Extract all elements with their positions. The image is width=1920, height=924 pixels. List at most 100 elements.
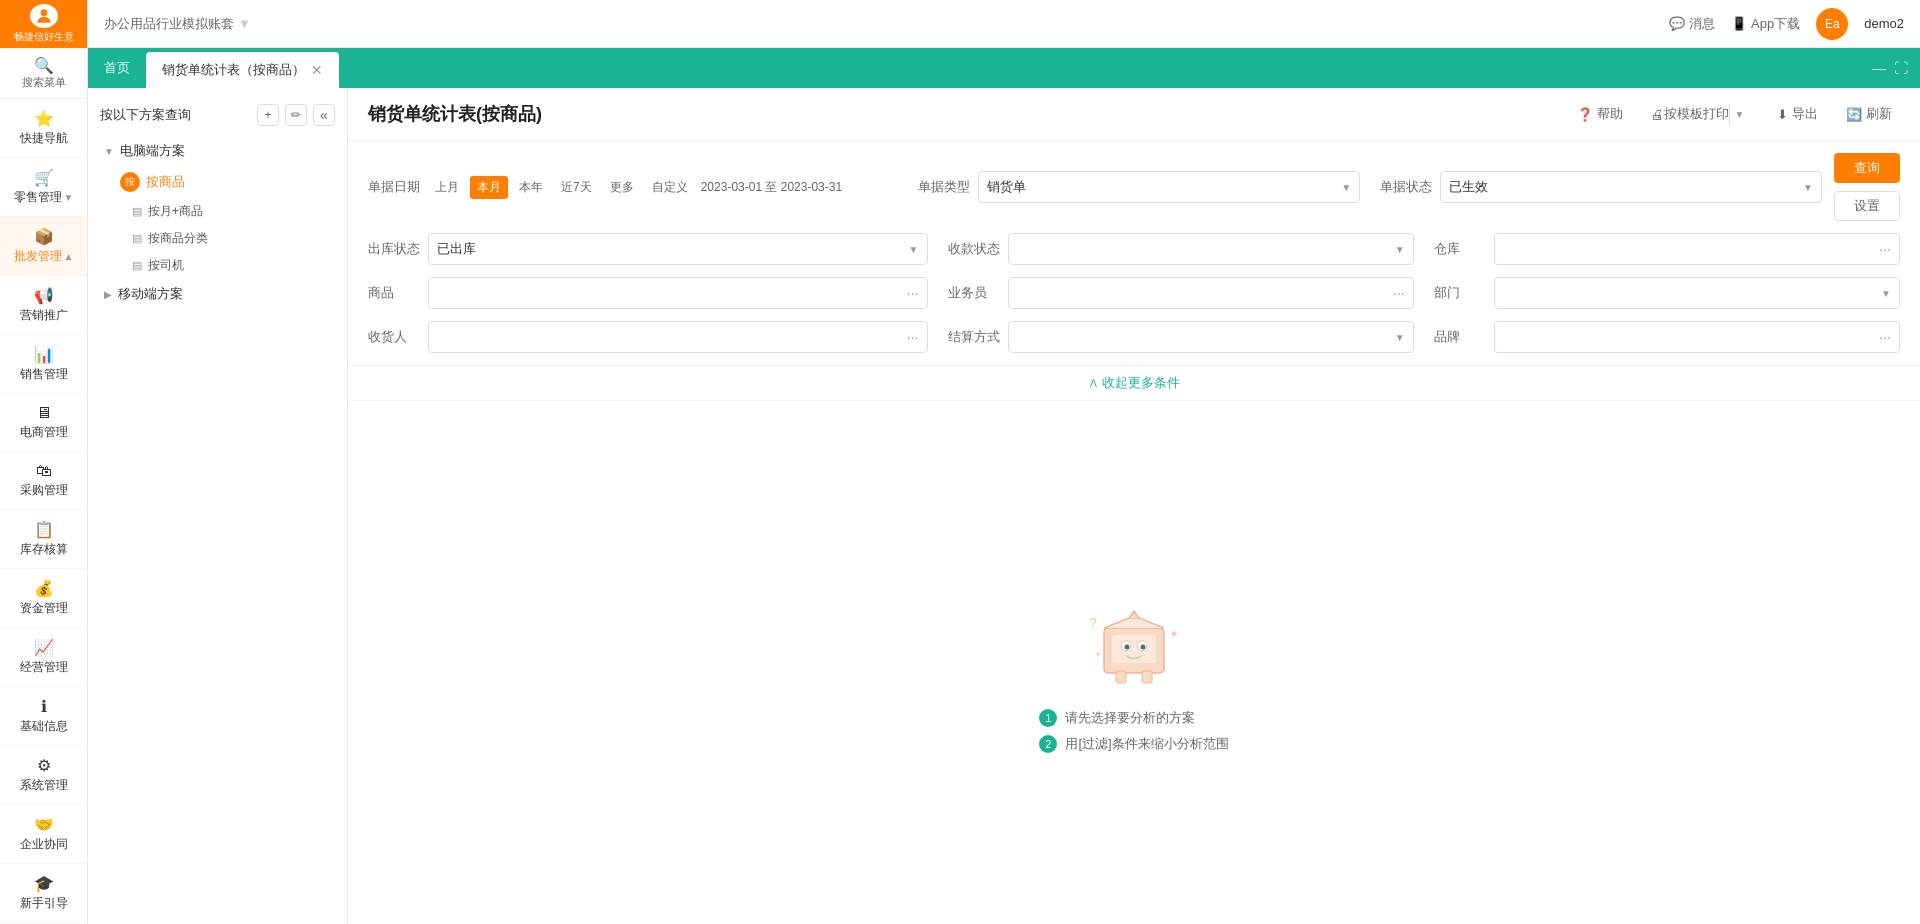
topbar-actions: 💬 消息 📱 App下载 Ea demo2 bbox=[1669, 8, 1904, 40]
sidebar-item-operations[interactable]: 📈 经营管理 bbox=[0, 628, 87, 687]
basic-info-label: 基础信息 bbox=[20, 718, 68, 735]
setting-button[interactable]: 设置 bbox=[1834, 191, 1900, 221]
sidebar-item-finance[interactable]: 💰 资金管理 bbox=[0, 569, 87, 628]
sidebar-item-wholesale[interactable]: 📦 批发管理 ▲ bbox=[0, 217, 87, 276]
tab-sales-stat-label: 销货单统计表（按商品） bbox=[162, 61, 305, 79]
brand-label: 品牌 bbox=[1434, 328, 1494, 346]
minimize-button[interactable]: — bbox=[1872, 60, 1886, 76]
tree-sub-item-goods-category[interactable]: ▤ 按商品分类 bbox=[88, 225, 347, 252]
add-scheme-button[interactable]: + bbox=[257, 104, 279, 126]
print-label: 按模板打印 bbox=[1664, 105, 1729, 123]
settle-select[interactable]: ▼ bbox=[1008, 321, 1414, 353]
sales-icon: 📊 bbox=[34, 345, 54, 364]
brand-select[interactable]: ··· bbox=[1494, 321, 1900, 353]
collapse-conditions-bar[interactable]: ∧ 收起更多条件 bbox=[348, 366, 1920, 401]
doc-type-value: 销货单 bbox=[987, 178, 1026, 196]
date-custom-btn[interactable]: 自定义 bbox=[645, 176, 695, 199]
brand-dots[interactable]: ··· bbox=[1879, 329, 1891, 345]
warehouse-select[interactable]: ··· bbox=[1494, 233, 1900, 265]
salesman-select[interactable]: ··· bbox=[1008, 277, 1414, 309]
out-status-field: 出库状态 已出库 ▼ bbox=[368, 233, 928, 265]
message-button[interactable]: 💬 消息 bbox=[1669, 15, 1715, 33]
driver-icon: ▤ bbox=[132, 259, 142, 272]
sidebar-item-retail[interactable]: 🛒 零售管理 ▼ bbox=[0, 158, 87, 217]
refresh-button[interactable]: 🔄 刷新 bbox=[1838, 101, 1900, 127]
sidebar-item-basic-info[interactable]: ℹ 基础信息 bbox=[0, 687, 87, 746]
app-download-button[interactable]: 📱 App下载 bbox=[1731, 15, 1800, 33]
edit-scheme-button[interactable]: ✏ bbox=[285, 104, 307, 126]
tree-section-pc-header[interactable]: ▼ 电脑端方案 bbox=[88, 136, 347, 166]
receiver-select[interactable]: ··· bbox=[428, 321, 928, 353]
print-dropdown-icon[interactable]: ▼ bbox=[1729, 104, 1749, 124]
sidebar-search[interactable]: 🔍 搜索菜单 bbox=[0, 48, 87, 99]
month-goods-icon: ▤ bbox=[132, 205, 142, 218]
sidebar-item-ecommerce[interactable]: 🖥 电商管理 bbox=[0, 394, 87, 452]
export-button[interactable]: ⬇ 导出 bbox=[1769, 101, 1826, 127]
tab-home[interactable]: 首页 bbox=[88, 48, 146, 88]
warehouse-dots[interactable]: ··· bbox=[1879, 241, 1891, 257]
query-button[interactable]: 查询 bbox=[1834, 153, 1900, 183]
warehouse-label: 仓库 bbox=[1434, 240, 1494, 258]
print-button[interactable]: 🖨 按模板打印 ▼ bbox=[1643, 100, 1757, 128]
goods-field: 商品 ··· bbox=[368, 277, 928, 309]
goods-select[interactable]: ··· bbox=[428, 277, 928, 309]
svg-text:✦: ✦ bbox=[1169, 627, 1179, 641]
salesman-label: 业务员 bbox=[948, 284, 1008, 302]
print-icon: 🖨 bbox=[1651, 107, 1664, 122]
sidebar-item-cooperation[interactable]: 🤝 企业协同 bbox=[0, 805, 87, 864]
settle-label: 结算方式 bbox=[948, 328, 1008, 346]
svg-point-6 bbox=[1141, 644, 1146, 649]
tab-sales-stat[interactable]: 销货单统计表（按商品） ✕ bbox=[146, 52, 339, 88]
settle-field: 结算方式 ▼ bbox=[948, 321, 1414, 353]
date-this-year-btn[interactable]: 本年 bbox=[512, 176, 550, 199]
quick-nav-icon: ⭐ bbox=[34, 109, 54, 128]
date-more-btn[interactable]: 更多 bbox=[603, 176, 641, 199]
doc-status-select[interactable]: 已生效 ▼ bbox=[1440, 171, 1822, 203]
doc-type-select[interactable]: 销货单 ▼ bbox=[978, 171, 1360, 203]
tree-section-mobile: ▶ 移动端方案 bbox=[88, 279, 347, 309]
empty-illustration: ? ✦ ✦ bbox=[1074, 573, 1194, 693]
sidebar-item-marketing[interactable]: 📢 营销推广 bbox=[0, 276, 87, 335]
form-row-2: 出库状态 已出库 ▼ 收款状态 ▼ bbox=[368, 233, 1900, 265]
salesman-dots[interactable]: ··· bbox=[1393, 285, 1405, 301]
sidebar-item-quick-nav[interactable]: ⭐ 快捷导航 bbox=[0, 99, 87, 158]
brand-field: 品牌 ··· bbox=[1434, 321, 1900, 353]
date-7days-btn[interactable]: 近7天 bbox=[554, 176, 599, 199]
out-status-select[interactable]: 已出库 ▼ bbox=[428, 233, 928, 265]
topbar: 办公用品行业模拟账套 ▼ 💬 消息 📱 App下载 Ea demo2 bbox=[88, 0, 1920, 48]
message-icon: 💬 bbox=[1669, 16, 1685, 31]
goods-category-icon: ▤ bbox=[132, 232, 142, 245]
retail-arrow: ▼ bbox=[64, 192, 74, 203]
sidebar-item-purchase[interactable]: 🛍 采购管理 bbox=[0, 452, 87, 510]
date-field: 单据日期 上月 本月 本年 近7天 更多 自定义 2023-03-01 至 20… bbox=[368, 176, 898, 199]
form-row-3: 商品 ··· 业务员 ··· bbox=[368, 277, 1900, 309]
maximize-button[interactable]: ⛶ bbox=[1894, 60, 1908, 76]
help-label: 帮助 bbox=[1597, 105, 1623, 123]
sidebar-item-system[interactable]: ⚙ 系统管理 bbox=[0, 746, 87, 805]
receiver-label: 收货人 bbox=[368, 328, 428, 346]
goods-category-label: 按商品分类 bbox=[148, 230, 208, 247]
finance-icon: 💰 bbox=[34, 579, 54, 598]
collect-status-label: 收款状态 bbox=[948, 240, 1008, 258]
tab-close-icon[interactable]: ✕ bbox=[311, 63, 323, 77]
help-button[interactable]: ❓ 帮助 bbox=[1569, 101, 1631, 127]
tree-sub-item-month-goods[interactable]: ▤ 按月+商品 bbox=[88, 198, 347, 225]
system-icon: ⚙ bbox=[37, 756, 51, 775]
sidebar-item-guide[interactable]: 🎓 新手引导 bbox=[0, 864, 87, 923]
sidebar-item-sales[interactable]: 📊 销售管理 bbox=[0, 335, 87, 394]
receiver-dots[interactable]: ··· bbox=[907, 329, 919, 345]
avatar[interactable]: Ea bbox=[1816, 8, 1848, 40]
collapse-panel-button[interactable]: « bbox=[313, 104, 335, 126]
department-select[interactable]: ▼ bbox=[1494, 277, 1900, 309]
filter-panel-title: 按以下方案查询 bbox=[100, 106, 251, 124]
date-prev-month-btn[interactable]: 上月 bbox=[428, 176, 466, 199]
collect-status-select[interactable]: ▼ bbox=[1008, 233, 1414, 265]
tree-section-mobile-header[interactable]: ▶ 移动端方案 bbox=[88, 279, 347, 309]
collect-status-field: 收款状态 ▼ bbox=[948, 233, 1414, 265]
tree-item-by-goods[interactable]: 按 按商品 bbox=[88, 166, 347, 198]
logo-text: 畅捷信好生意 bbox=[14, 30, 74, 44]
tree-sub-item-driver[interactable]: ▤ 按司机 bbox=[88, 252, 347, 279]
sidebar-item-inventory[interactable]: 📋 库存核算 bbox=[0, 510, 87, 569]
date-this-month-btn[interactable]: 本月 bbox=[470, 176, 508, 199]
goods-dots[interactable]: ··· bbox=[907, 285, 919, 301]
